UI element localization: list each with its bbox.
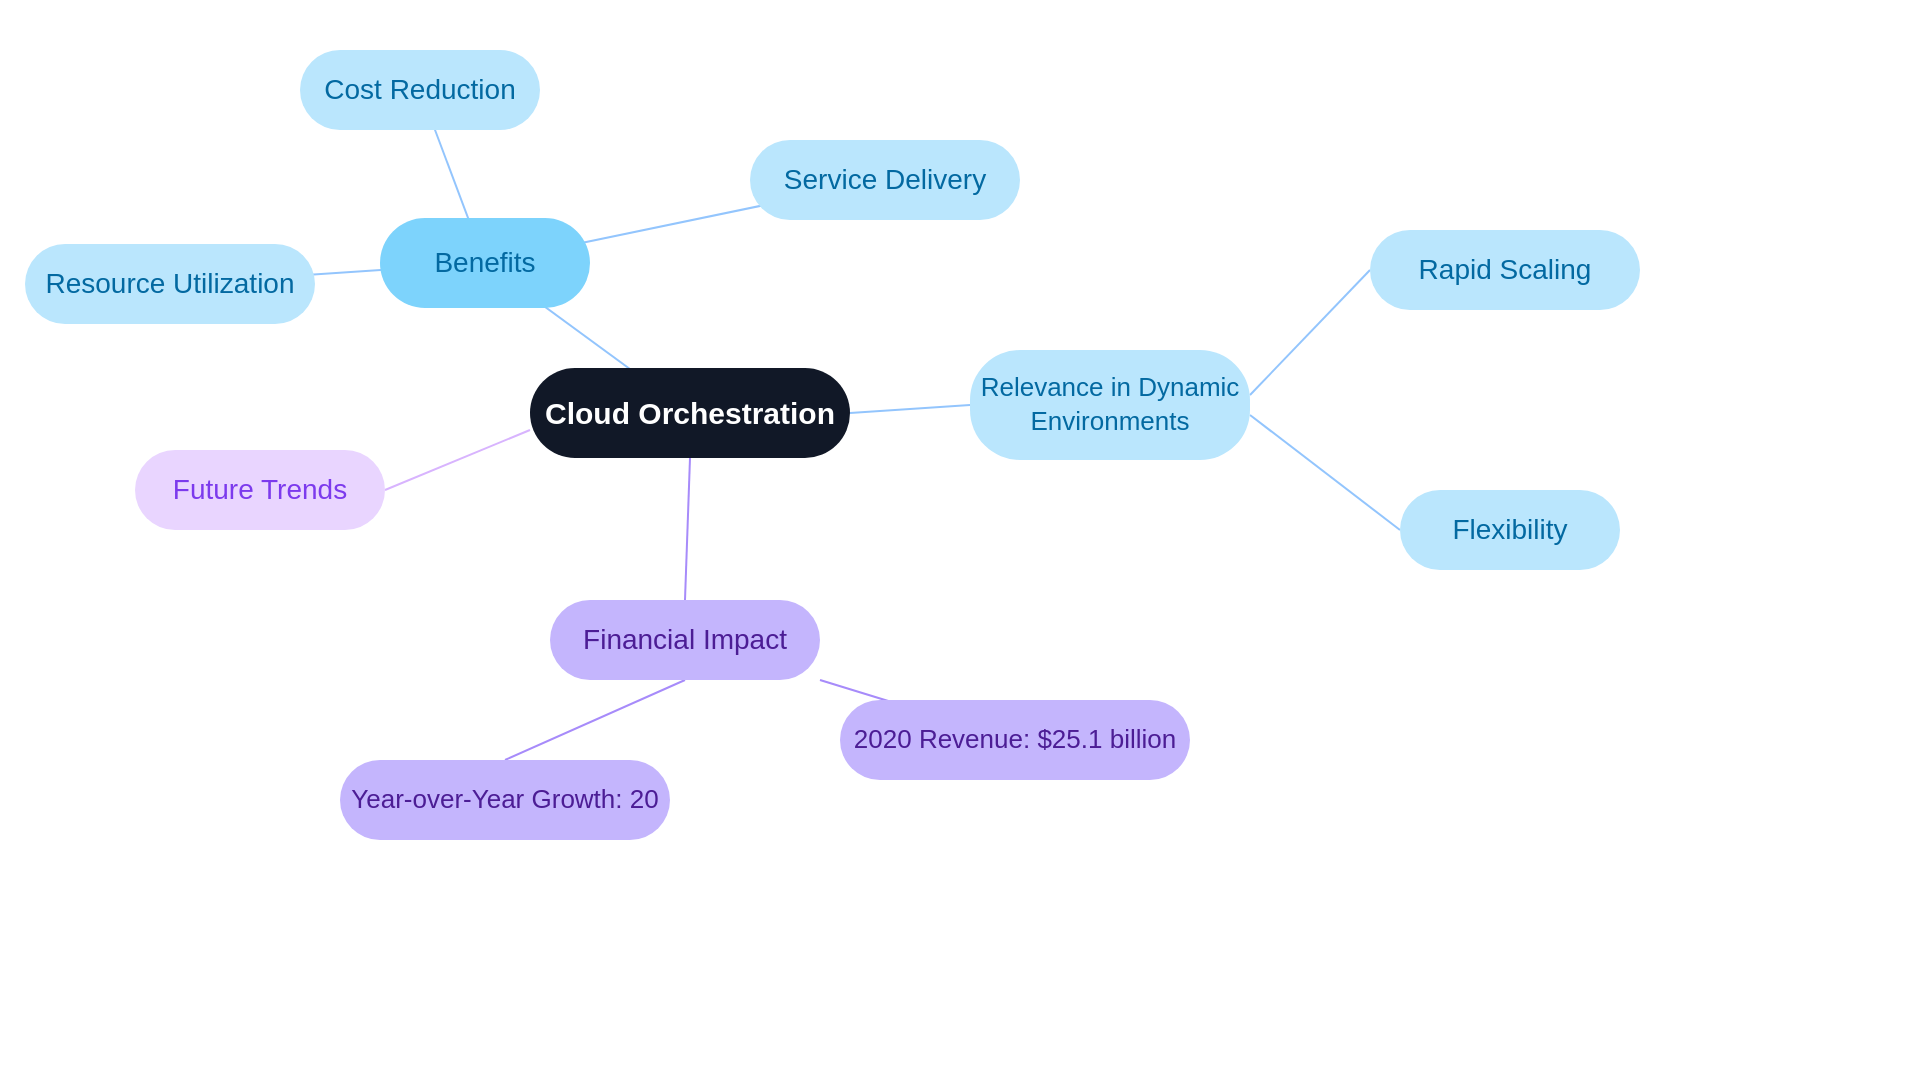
svg-line-6 — [1250, 415, 1400, 530]
future-trends-label: Future Trends — [173, 472, 347, 508]
revenue-node: 2020 Revenue: $25.1 billion — [840, 700, 1190, 780]
resource-utilization-node: Resource Utilization — [25, 244, 315, 324]
cost-reduction-node: Cost Reduction — [300, 50, 540, 130]
benefits-node: Benefits — [380, 218, 590, 308]
center-node-label: Cloud Orchestration — [545, 394, 835, 433]
resource-util-label: Resource Utilization — [46, 266, 295, 302]
financial-impact-label: Financial Impact — [583, 622, 787, 658]
cost-reduction-label: Cost Reduction — [324, 72, 515, 108]
svg-line-8 — [685, 458, 690, 600]
relevance-node: Relevance in Dynamic Environments — [970, 350, 1250, 460]
flexibility-node: Flexibility — [1400, 490, 1620, 570]
svg-line-5 — [1250, 270, 1370, 395]
financial-impact-node: Financial Impact — [550, 600, 820, 680]
relevance-label: Relevance in Dynamic Environments — [970, 371, 1250, 439]
service-delivery-label: Service Delivery — [784, 162, 986, 198]
rapid-scaling-label: Rapid Scaling — [1419, 252, 1592, 288]
svg-line-7 — [385, 430, 530, 490]
rapid-scaling-node: Rapid Scaling — [1370, 230, 1640, 310]
svg-line-4 — [850, 405, 970, 413]
center-node: Cloud Orchestration — [530, 368, 850, 458]
future-trends-node: Future Trends — [135, 450, 385, 530]
svg-line-9 — [505, 680, 685, 760]
yoy-growth-label: Year-over-Year Growth: 20 — [351, 783, 658, 817]
revenue-label: 2020 Revenue: $25.1 billion — [854, 723, 1176, 757]
flexibility-label: Flexibility — [1452, 512, 1567, 548]
benefits-node-label: Benefits — [434, 245, 535, 281]
yoy-growth-node: Year-over-Year Growth: 20 — [340, 760, 670, 840]
service-delivery-node: Service Delivery — [750, 140, 1020, 220]
